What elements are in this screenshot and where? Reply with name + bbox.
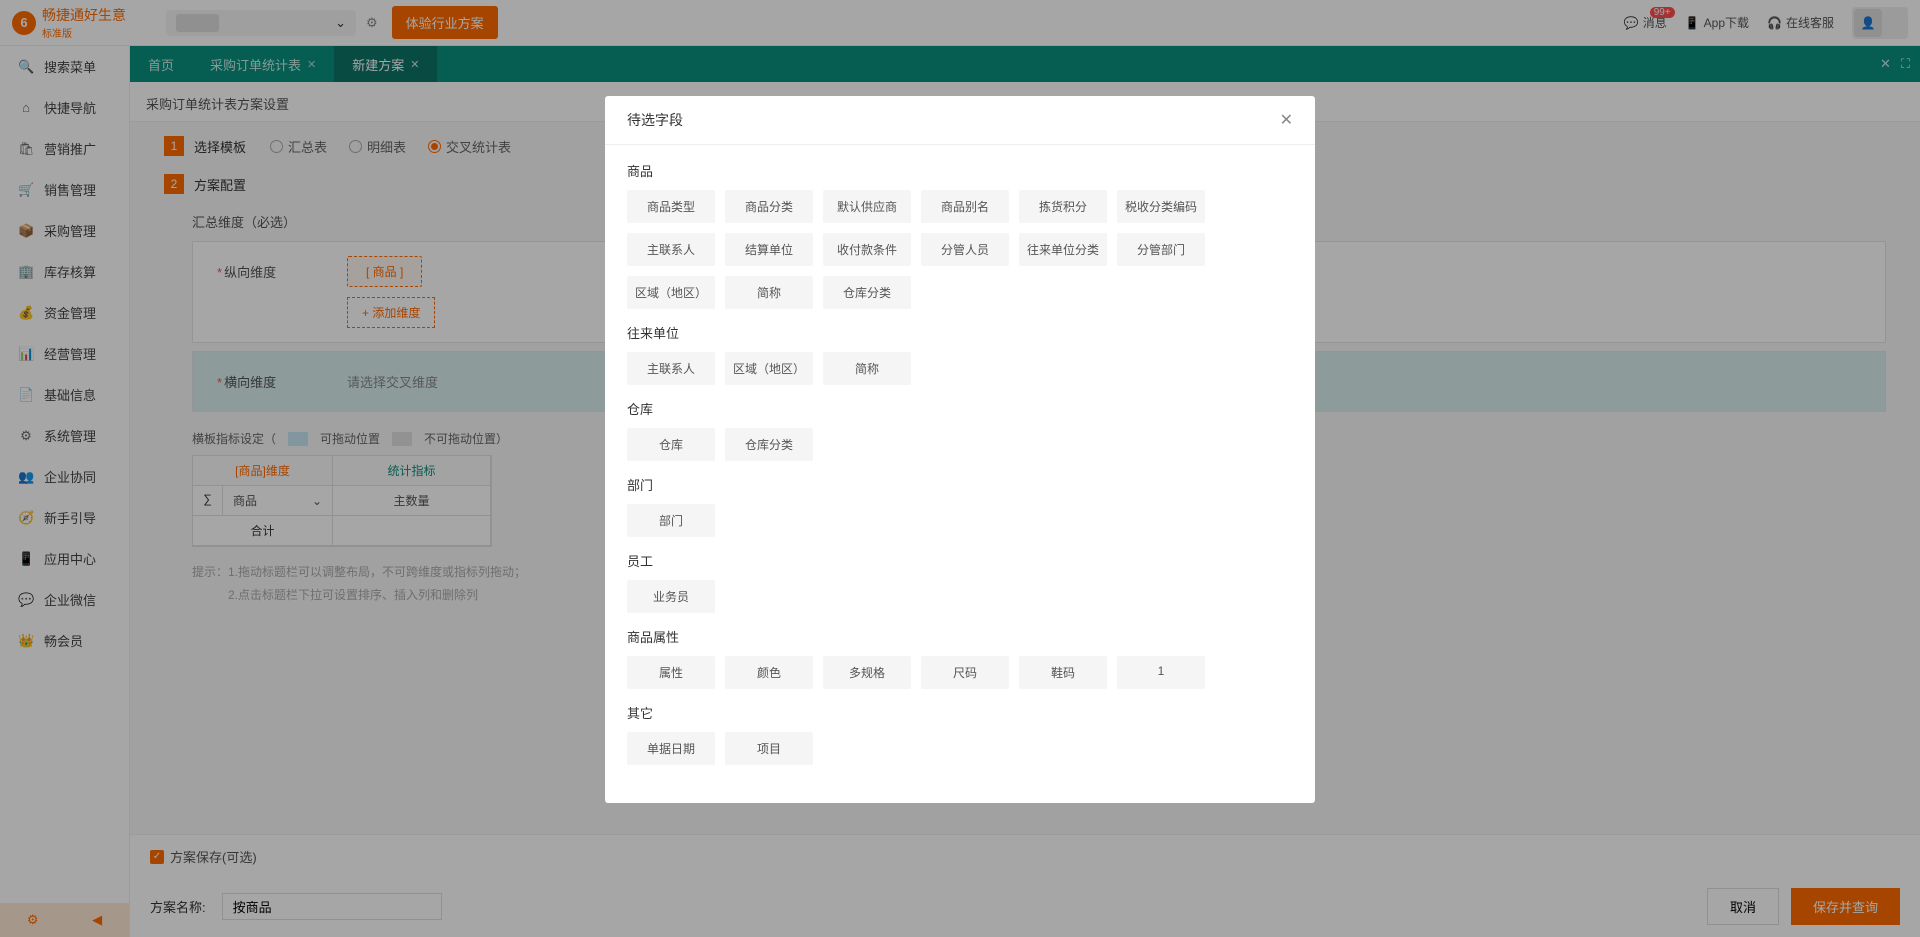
- field-tag[interactable]: 尺码: [921, 656, 1009, 689]
- field-tag[interactable]: 结算单位: [725, 233, 813, 266]
- field-tag[interactable]: 区域（地区）: [725, 352, 813, 385]
- field-group-1: 往来单位主联系人区域（地区） 简称: [627, 323, 1293, 385]
- field-group-title: 员工: [627, 551, 1293, 570]
- field-tag[interactable]: 分管人员: [921, 233, 1009, 266]
- field-tag[interactable]: 仓库分类: [823, 276, 911, 309]
- field-group-6: 其它单据日期项目: [627, 703, 1293, 765]
- field-tag[interactable]: 鞋码: [1019, 656, 1107, 689]
- field-tag[interactable]: 商品别名: [921, 190, 1009, 223]
- field-group-title: 商品: [627, 161, 1293, 180]
- field-tag[interactable]: 业务员: [627, 580, 715, 613]
- field-tag[interactable]: 简称: [823, 352, 911, 385]
- field-tag[interactable]: 简称: [725, 276, 813, 309]
- field-tag[interactable]: 分管部门: [1117, 233, 1205, 266]
- field-group-title: 商品属性: [627, 627, 1293, 646]
- field-group-0: 商品商品类型商品分类默认供应商商品别名拣货积分税收分类编码主联系人结算单位收付款…: [627, 161, 1293, 309]
- field-tag[interactable]: 商品类型: [627, 190, 715, 223]
- field-group-title: 部门: [627, 475, 1293, 494]
- field-tag[interactable]: 颜色: [725, 656, 813, 689]
- field-tag[interactable]: 多规格: [823, 656, 911, 689]
- field-group-title: 其它: [627, 703, 1293, 722]
- field-group-title: 往来单位: [627, 323, 1293, 342]
- field-group-2: 仓库仓库仓库分类: [627, 399, 1293, 461]
- field-tag[interactable]: 项目: [725, 732, 813, 765]
- field-tag[interactable]: 仓库: [627, 428, 715, 461]
- field-tag[interactable]: 1: [1117, 656, 1205, 689]
- field-tag[interactable]: 主联系人: [627, 233, 715, 266]
- field-tag[interactable]: 主联系人: [627, 352, 715, 385]
- field-group-3: 部门部门: [627, 475, 1293, 537]
- field-tag[interactable]: 仓库分类: [725, 428, 813, 461]
- field-tag[interactable]: 单据日期: [627, 732, 715, 765]
- field-tag[interactable]: 属性: [627, 656, 715, 689]
- field-selector-modal: 待选字段 ✕ 商品商品类型商品分类默认供应商商品别名拣货积分税收分类编码主联系人…: [605, 96, 1315, 803]
- field-tag[interactable]: 收付款条件: [823, 233, 911, 266]
- field-group-4: 员工业务员: [627, 551, 1293, 613]
- modal-title: 待选字段: [627, 110, 683, 130]
- field-tag[interactable]: 区域（地区）: [627, 276, 715, 309]
- field-group-title: 仓库: [627, 399, 1293, 418]
- field-group-5: 商品属性属性颜色多规格尺码鞋码 1: [627, 627, 1293, 689]
- field-tag[interactable]: 拣货积分: [1019, 190, 1107, 223]
- modal-close-button[interactable]: ✕: [1280, 110, 1293, 130]
- field-tag[interactable]: 商品分类: [725, 190, 813, 223]
- field-tag[interactable]: 税收分类编码: [1117, 190, 1205, 223]
- field-tag[interactable]: 默认供应商: [823, 190, 911, 223]
- field-tag[interactable]: 往来单位分类: [1019, 233, 1107, 266]
- modal-overlay: 待选字段 ✕ 商品商品类型商品分类默认供应商商品别名拣货积分税收分类编码主联系人…: [0, 0, 1920, 937]
- field-tag[interactable]: 部门: [627, 504, 715, 537]
